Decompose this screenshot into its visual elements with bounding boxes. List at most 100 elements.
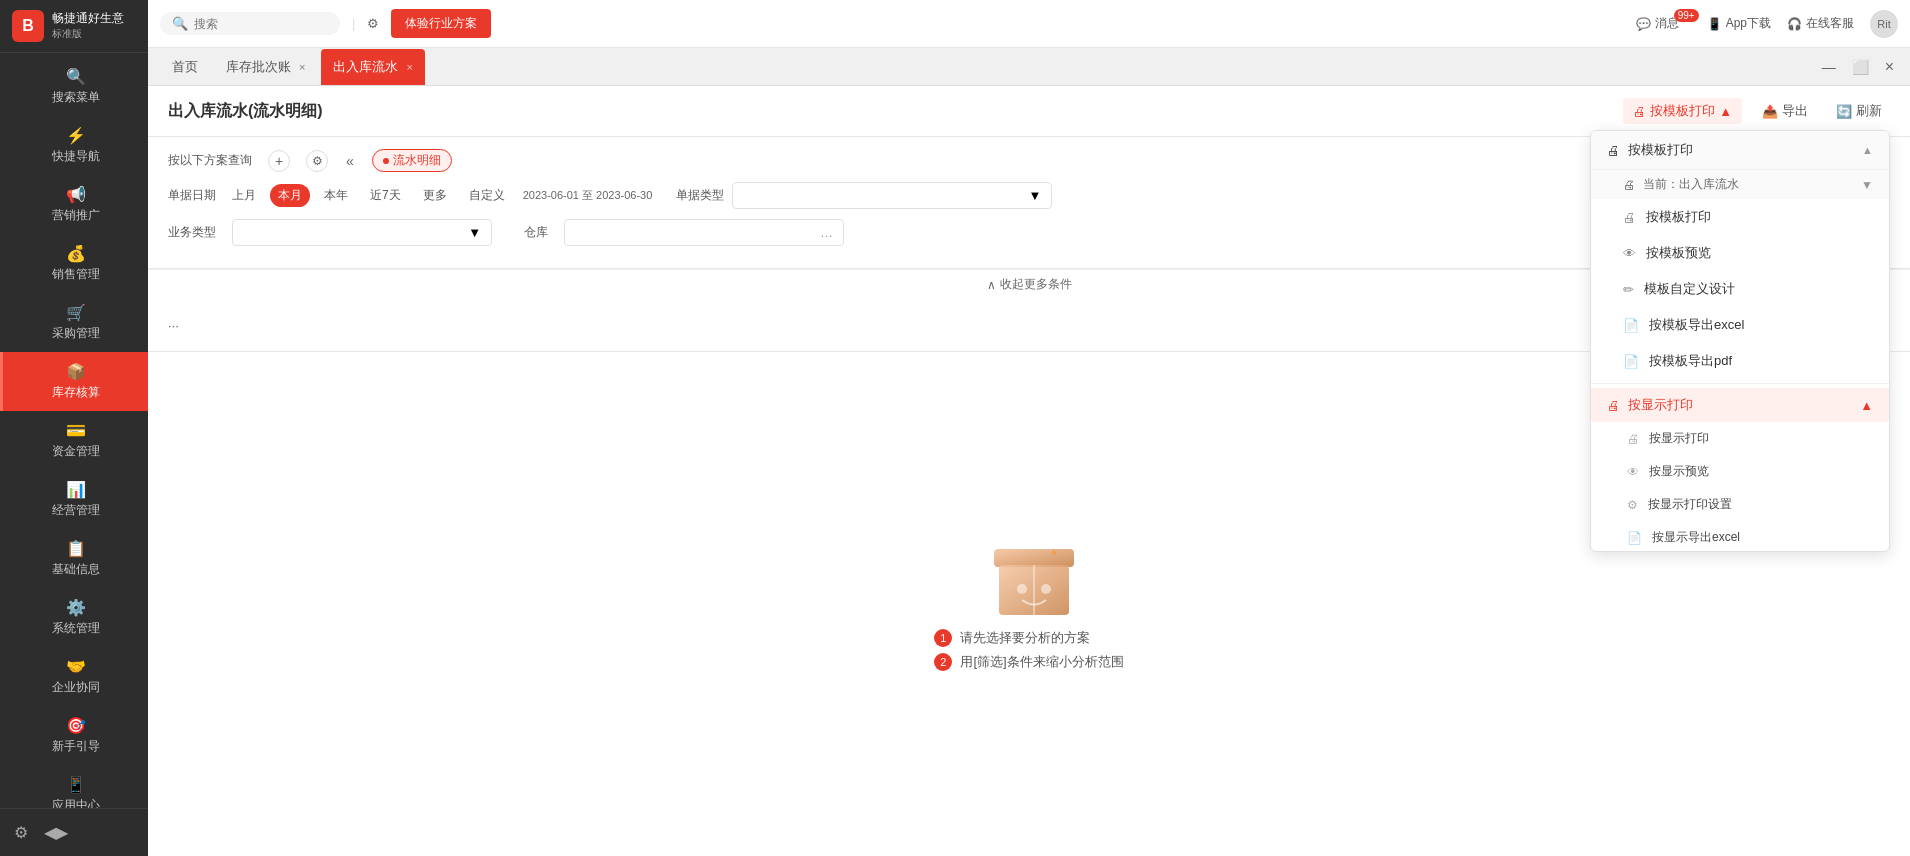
topbar-search[interactable]: 🔍	[160, 12, 340, 35]
tab-label-batch-account: 库存批次账	[226, 58, 291, 76]
sidebar-item-app-center[interactable]: 📱应用中心	[0, 765, 148, 808]
empty-step-2: 2 用[筛选]条件来缩小分析范围	[934, 653, 1123, 671]
filter-settings-button[interactable]: ⚙	[306, 150, 328, 172]
page-title: 出入库流水(流水明细)	[168, 101, 323, 122]
settings-icon: ⚙	[312, 154, 323, 168]
biz-type-field[interactable]: ▼	[232, 219, 492, 246]
more-actions-icon[interactable]: ···	[168, 318, 179, 333]
tag-dot	[383, 158, 389, 164]
sidebar-item-system[interactable]: ⚙️系统管理	[0, 588, 148, 647]
biz-type-input[interactable]	[243, 226, 462, 240]
sidebar-item-quick-nav[interactable]: ⚡快捷导航	[0, 116, 148, 175]
dropdown-title: 按模板打印	[1628, 141, 1693, 159]
tab-label-flow: 出入库流水	[333, 58, 398, 76]
topbar-divider: |	[352, 16, 355, 31]
tabs-bar: 首页库存批次账 × 出入库流水 × — ⬜ ×	[148, 48, 1910, 86]
display-export-excel-icon: 📄	[1627, 531, 1642, 545]
display-section-header[interactable]: 🖨 按显示打印 ▲	[1591, 388, 1889, 422]
date-btn-本年[interactable]: 本年	[316, 184, 356, 207]
sidebar-item-basics[interactable]: 📋 基础信息	[0, 529, 148, 588]
sidebar-bottom: ⚙ ◀▶	[0, 808, 148, 856]
template-export-pdf-icon: 📄	[1623, 354, 1639, 369]
operations-icon: 📊	[66, 480, 86, 499]
sidebar-label-marketing: 营销推广	[52, 207, 100, 224]
svg-rect-0	[994, 549, 1074, 567]
warehouse-more-icon[interactable]: …	[820, 225, 833, 240]
display-export-excel-label: 按显示导出excel	[1652, 529, 1740, 546]
dropdown-header[interactable]: 🖨 按模板打印 ▲	[1591, 131, 1889, 170]
sidebar-label-inventory: 库存核算	[52, 384, 100, 401]
sidebar-item-operations[interactable]: 📊经营管理	[0, 470, 148, 529]
online-service-button[interactable]: 🎧 在线客服	[1787, 15, 1854, 32]
dropdown-item-template-print[interactable]: 🖨按模板打印	[1591, 199, 1889, 235]
filter-collapse-button[interactable]: «	[344, 151, 356, 171]
sidebar-item-finance[interactable]: 💳资金管理	[0, 411, 148, 470]
display-section-icon: 🖨	[1607, 398, 1620, 413]
dropdown-item-template-custom[interactable]: ✏模板自定义设计	[1591, 271, 1889, 307]
filter-add-button[interactable]: +	[268, 150, 290, 172]
sub-item-display-print[interactable]: 🖨按显示打印	[1591, 422, 1889, 455]
app-download-button[interactable]: 📱 App下载	[1707, 15, 1771, 32]
sub-item-display-print-settings[interactable]: ⚙按显示打印设置	[1591, 488, 1889, 521]
dropdown-item-template-export-excel[interactable]: 📄按模板导出excel	[1591, 307, 1889, 343]
sidebar-label-app-center: 应用中心	[52, 797, 100, 808]
page-actions: 🖨 按模板打印 ▲ 📤 导出 🔄 刷新	[1623, 98, 1890, 124]
date-btn-更多[interactable]: 更多	[415, 184, 455, 207]
sidebar-label-system: 系统管理	[52, 620, 100, 637]
tab-flow[interactable]: 出入库流水 ×	[321, 49, 424, 85]
sidebar-item-marketing[interactable]: 📢营销推广	[0, 175, 148, 234]
collapse-sidebar-icon[interactable]: ◀▶	[40, 819, 72, 846]
tab-close-batch-account[interactable]: ×	[299, 61, 305, 73]
export-icon: 📤	[1762, 104, 1778, 119]
topbar-settings-icon[interactable]: ⚙	[367, 16, 379, 31]
dropdown-item-template-export-pdf[interactable]: 📄按模板导出pdf	[1591, 343, 1889, 379]
print-template-button[interactable]: 🖨 按模板打印 ▲	[1623, 98, 1742, 124]
date-btn-上月[interactable]: 上月	[224, 184, 264, 207]
tab-home[interactable]: 首页	[160, 49, 210, 85]
settings-bottom-icon[interactable]: ⚙	[10, 819, 32, 846]
sidebar-item-search-menu[interactable]: 🔍搜索菜单	[0, 57, 148, 116]
dropdown-item-template-preview[interactable]: 👁按模板预览	[1591, 235, 1889, 271]
sidebar-label-basics: 基础信息	[52, 561, 100, 578]
sidebar-item-newbie[interactable]: 🎯新手引导	[0, 706, 148, 765]
empty-icon: ✦	[989, 537, 1069, 617]
messages-badge: 99+	[1674, 9, 1699, 22]
empty-illustration: ✦	[989, 537, 1079, 617]
messages-button[interactable]: 💬 消息 99+	[1636, 15, 1691, 32]
basics-icon: 📋	[66, 539, 86, 558]
tab-maximize-button[interactable]: ⬜	[1848, 57, 1873, 77]
empty-step-1: 1 请先选择要分析的方案	[934, 629, 1123, 647]
sub-item-display-export-excel[interactable]: 📄 按显示导出excel	[1591, 521, 1889, 551]
tab-batch-account[interactable]: 库存批次账 ×	[214, 49, 317, 85]
content-area: 出入库流水(流水明细) 🖨 按模板打印 ▲ 📤 导出 🔄 刷新	[148, 86, 1910, 856]
date-btn-近7天[interactable]: 近7天	[362, 184, 409, 207]
topbar: 🔍 | ⚙ 体验行业方案 💬 消息 99+ 📱 App下载 🎧 在线客服 Rit	[148, 0, 1910, 48]
tab-close-flow[interactable]: ×	[406, 61, 412, 73]
search-input[interactable]	[194, 17, 314, 31]
sidebar-nav: 🔍搜索菜单⚡快捷导航📢营销推广💰销售管理🛒采购管理📦库存核算💳资金管理📊经营管理…	[0, 53, 148, 808]
export-button[interactable]: 📤 导出	[1754, 98, 1816, 124]
sub-item-display-preview[interactable]: 👁按显示预览	[1591, 455, 1889, 488]
app-download-label: App下载	[1726, 15, 1771, 32]
warehouse-label: 仓库	[524, 224, 548, 241]
sidebar-item-inventory[interactable]: 📦库存核算	[0, 352, 148, 411]
warehouse-input[interactable]	[575, 226, 814, 240]
industry-solution-button[interactable]: 体验行业方案	[391, 9, 491, 38]
sidebar-item-partner[interactable]: 🤝企业协同	[0, 647, 148, 706]
sidebar-item-purchase[interactable]: 🛒采购管理	[0, 293, 148, 352]
sidebar-item-sales[interactable]: 💰销售管理	[0, 234, 148, 293]
tag-label: 流水明细	[393, 152, 441, 169]
user-avatar-button[interactable]: Rit	[1870, 10, 1898, 38]
filter-tag[interactable]: 流水明细	[372, 149, 452, 172]
doc-type-field[interactable]: ▼	[732, 182, 1052, 209]
tab-minimize-button[interactable]: —	[1818, 57, 1840, 77]
refresh-button[interactable]: 🔄 刷新	[1828, 98, 1890, 124]
warehouse-field[interactable]: …	[564, 219, 844, 246]
date-btn-本月[interactable]: 本月	[270, 184, 310, 207]
sidebar-logo: B 畅捷通好生意 标准版	[0, 0, 148, 53]
date-btn-自定义[interactable]: 自定义	[461, 184, 513, 207]
biz-type-label: 业务类型	[168, 224, 216, 241]
tab-close-button[interactable]: ×	[1881, 56, 1898, 78]
display-print-icon: 🖨	[1627, 432, 1639, 446]
doc-type-input[interactable]	[743, 189, 1022, 203]
